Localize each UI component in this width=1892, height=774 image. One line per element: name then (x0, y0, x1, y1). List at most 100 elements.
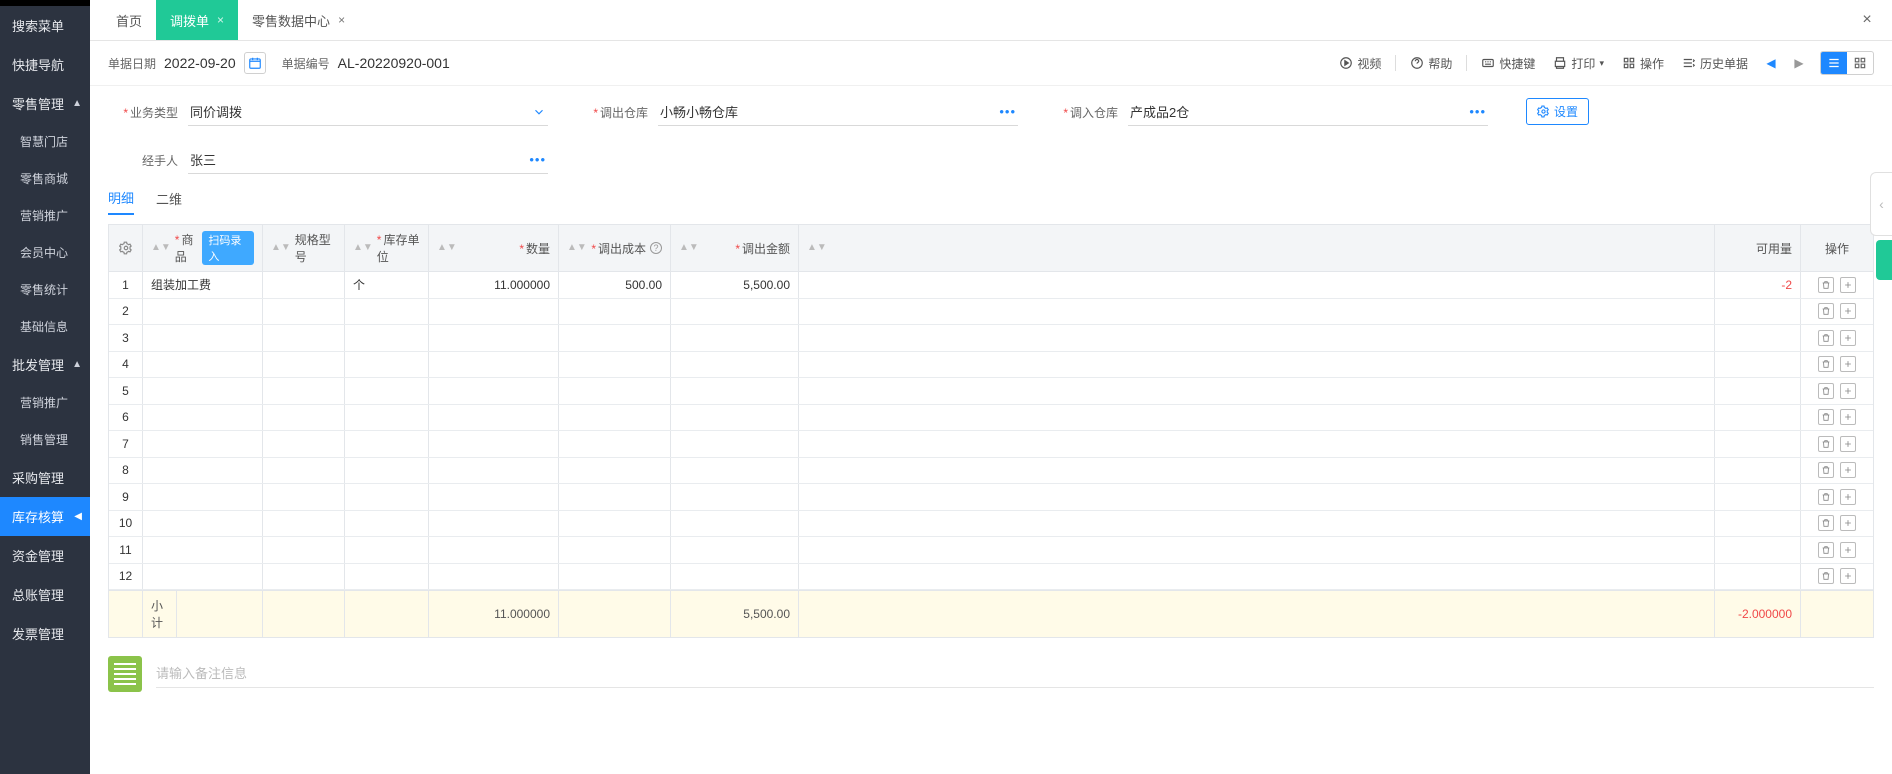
ellipsis-icon: ••• (999, 104, 1016, 119)
view-toggle (1820, 51, 1874, 75)
add-row-icon[interactable] (1840, 436, 1856, 452)
docno-label: 单据编号 (282, 55, 330, 72)
add-row-icon[interactable] (1840, 330, 1856, 346)
ops-button[interactable]: 操作 (1616, 52, 1670, 75)
col-product[interactable]: ▲▼商品扫码录入 (143, 225, 263, 271)
delete-row-icon[interactable] (1818, 303, 1834, 319)
table-row[interactable]: 8 (109, 458, 1873, 485)
add-row-icon[interactable] (1840, 383, 1856, 399)
subtab-detail[interactable]: 明细 (108, 188, 134, 215)
add-row-icon[interactable] (1840, 277, 1856, 293)
close-icon[interactable]: × (217, 13, 224, 27)
tab-transfer-order[interactable]: 调拨单× (156, 0, 238, 40)
sidebar-quicknav[interactable]: 快捷导航 (0, 45, 90, 84)
delete-row-icon[interactable] (1818, 409, 1834, 425)
sidebar-smart-store[interactable]: 智慧门店 (0, 123, 90, 160)
handler-picker[interactable]: 张三 ••• (188, 146, 548, 174)
table-row[interactable]: 3 (109, 325, 1873, 352)
col-ops: 操作 (1801, 225, 1873, 271)
help-link[interactable]: 帮助 (1404, 52, 1458, 75)
subtotal-label: 小计 (143, 591, 177, 637)
calendar-icon[interactable] (244, 52, 266, 74)
delete-row-icon[interactable] (1818, 568, 1834, 584)
table-row[interactable]: 5 (109, 378, 1873, 405)
delete-row-icon[interactable] (1818, 515, 1834, 531)
add-row-icon[interactable] (1840, 356, 1856, 372)
col-amount[interactable]: ▲▼调出金额 (671, 225, 799, 271)
view-grid-icon[interactable] (1847, 52, 1873, 74)
sidebar-wholesale-group[interactable]: 批发管理▲ (0, 345, 90, 384)
delete-row-icon[interactable] (1818, 436, 1834, 452)
delete-row-icon[interactable] (1818, 383, 1834, 399)
sidebar-inventory[interactable]: 库存核算◀ (0, 497, 90, 536)
prev-doc-button[interactable]: ◀ (1760, 52, 1782, 74)
sidebar-invoice[interactable]: 发票管理 (0, 614, 90, 653)
delete-row-icon[interactable] (1818, 330, 1834, 346)
sidebar-ws-marketing[interactable]: 营销推广 (0, 384, 90, 421)
tab-home[interactable]: 首页 (102, 0, 156, 40)
delete-row-icon[interactable] (1818, 356, 1834, 372)
add-row-icon[interactable] (1840, 409, 1856, 425)
table-row[interactable]: 7 (109, 431, 1873, 458)
add-row-icon[interactable] (1840, 515, 1856, 531)
delete-row-icon[interactable] (1818, 277, 1834, 293)
col-unit[interactable]: ▲▼库存单位 (345, 225, 429, 271)
scan-entry-button[interactable]: 扫码录入 (202, 231, 254, 265)
ellipsis-icon: ••• (529, 152, 546, 167)
next-doc-button[interactable]: ▶ (1788, 52, 1810, 74)
delete-row-icon[interactable] (1818, 542, 1834, 558)
sidebar-marketing[interactable]: 营销推广 (0, 197, 90, 234)
in-warehouse-picker[interactable]: 产成品2仓 ••• (1128, 98, 1488, 126)
history-button[interactable]: 历史单据 (1676, 52, 1754, 75)
close-icon[interactable]: × (338, 13, 345, 27)
grid-gear-button[interactable] (109, 225, 143, 271)
view-list-icon[interactable] (1821, 52, 1847, 74)
add-row-icon[interactable] (1840, 462, 1856, 478)
table-row[interactable]: 2 (109, 299, 1873, 326)
col-qty[interactable]: ▲▼数量 (429, 225, 559, 271)
add-row-icon[interactable] (1840, 303, 1856, 319)
add-row-icon[interactable] (1840, 542, 1856, 558)
delete-row-icon[interactable] (1818, 489, 1834, 505)
sidebar-retail-group[interactable]: 零售管理▲ (0, 84, 90, 123)
sidebar-ledger[interactable]: 总账管理 (0, 575, 90, 614)
remark-row (90, 638, 1892, 692)
subtab-2d[interactable]: 二维 (156, 189, 182, 214)
print-button[interactable]: 打印▾ (1547, 52, 1610, 75)
table-row[interactable]: 9 (109, 484, 1873, 511)
right-rail-tab[interactable] (1876, 240, 1892, 280)
biz-type-select[interactable]: 同价调拨 (188, 98, 548, 126)
table-row[interactable]: 12 (109, 564, 1873, 591)
right-rail-handle[interactable]: ‹ (1870, 172, 1892, 236)
table-row[interactable]: 10 (109, 511, 1873, 538)
sidebar-ws-sales[interactable]: 销售管理 (0, 421, 90, 458)
table-row[interactable]: 11 (109, 537, 1873, 564)
doc-date-value[interactable]: 2022-09-20 (164, 55, 236, 71)
col-spec[interactable]: ▲▼规格型号 (263, 225, 345, 271)
tab-retail-center[interactable]: 零售数据中心× (238, 0, 359, 40)
sidebar-retail-stats[interactable]: 零售统计 (0, 271, 90, 308)
out-warehouse-picker[interactable]: 小畅小畅仓库 ••• (658, 98, 1018, 126)
sidebar-purchase[interactable]: 采购管理 (0, 458, 90, 497)
col-blank[interactable]: ▲▼ (799, 225, 1715, 271)
video-link[interactable]: 视频 (1333, 52, 1387, 75)
sidebar-retail-mall[interactable]: 零售商城 (0, 160, 90, 197)
field-out-warehouse: 调出仓库 小畅小畅仓库 ••• (578, 98, 1018, 126)
table-row[interactable]: 1组装加工费个11.000000500.005,500.00-2 (109, 272, 1873, 299)
table-row[interactable]: 4 (109, 352, 1873, 379)
tabs-close-all[interactable]: × (1856, 9, 1878, 31)
add-row-icon[interactable] (1840, 568, 1856, 584)
col-available[interactable]: 可用量 (1715, 225, 1801, 271)
remark-input[interactable] (156, 660, 1874, 688)
add-row-icon[interactable] (1840, 489, 1856, 505)
sidebar-members[interactable]: 会员中心 (0, 234, 90, 271)
delete-row-icon[interactable] (1818, 462, 1834, 478)
table-row[interactable]: 6 (109, 405, 1873, 432)
shortcut-link[interactable]: 快捷键 (1475, 52, 1541, 75)
sidebar-funds[interactable]: 资金管理 (0, 536, 90, 575)
sidebar-basic-info[interactable]: 基础信息 (0, 308, 90, 345)
sidebar-search[interactable]: 搜索菜单 (0, 6, 90, 45)
chevron-down-icon (532, 105, 546, 119)
col-cost[interactable]: ▲▼调出成本? (559, 225, 671, 271)
settings-button[interactable]: 设置 (1526, 98, 1589, 125)
